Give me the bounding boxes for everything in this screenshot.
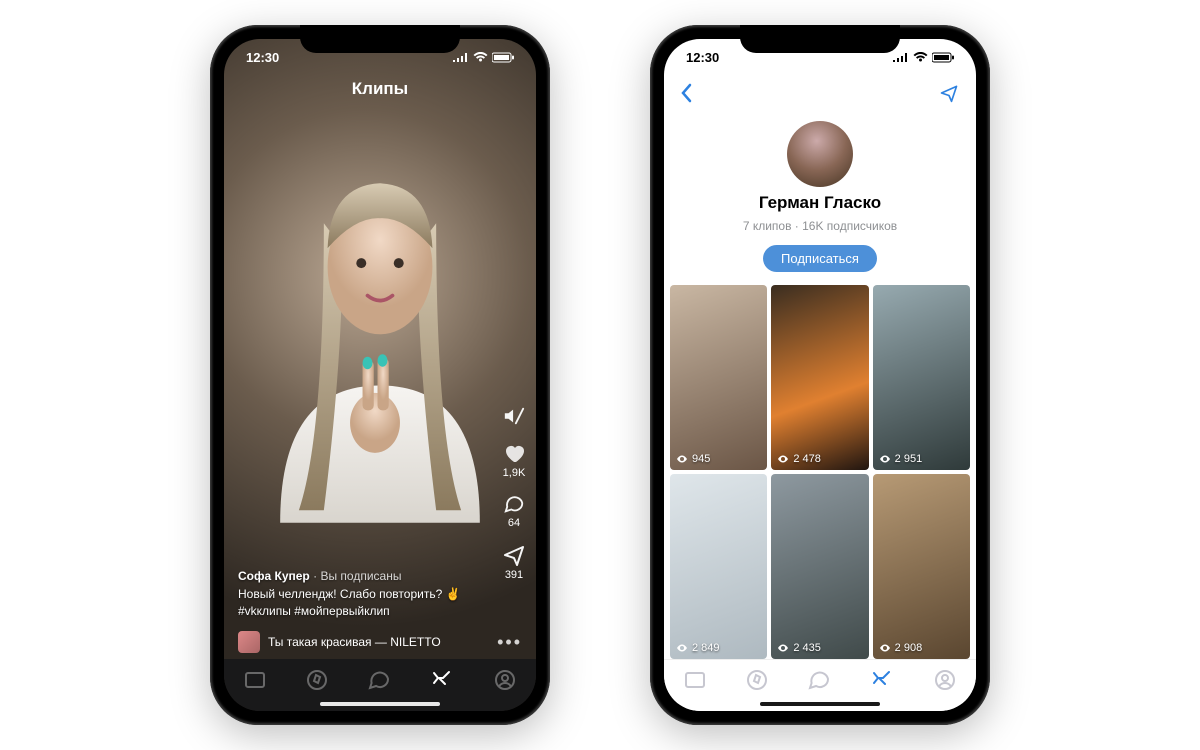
- clip-thumbnail[interactable]: 945: [670, 285, 767, 470]
- view-count: 2 951: [895, 453, 923, 465]
- tab-messages[interactable]: [367, 668, 391, 697]
- tab-news[interactable]: [683, 668, 707, 697]
- caption-area: Софа Купер · Вы подписаны Новый челлендж…: [238, 569, 476, 621]
- view-count: 945: [692, 453, 710, 465]
- view-count: 2 435: [793, 642, 821, 654]
- view-count: 2 849: [692, 642, 720, 654]
- caption-line-1: Новый челлендж! Слабо повторить? ✌️: [238, 587, 476, 601]
- home-indicator[interactable]: [320, 702, 440, 706]
- share-count: 391: [505, 569, 523, 581]
- video-surface[interactable]: 12:30 Клипы 1,9K 64: [224, 39, 536, 711]
- tab-profile[interactable]: [493, 668, 517, 697]
- tab-messages[interactable]: [807, 668, 831, 697]
- subscribed-label: Вы подписаны: [320, 569, 401, 583]
- tab-clips[interactable]: [869, 668, 895, 697]
- tab-news[interactable]: [243, 668, 267, 697]
- action-column: 1,9K 64 391: [502, 405, 526, 581]
- phone-profile: 12:30 Герман Гласко 7 клипов · 16K подпи…: [650, 25, 990, 725]
- view-count: 2 908: [895, 642, 923, 654]
- battery-icon: [932, 52, 954, 63]
- clip-thumbnail[interactable]: 2 849: [670, 474, 767, 659]
- cell-signal-icon: [453, 52, 469, 62]
- phone-notch: [300, 25, 460, 53]
- caption-line-2[interactable]: #vkклипы #мойпервыйклип: [238, 604, 476, 618]
- like-button[interactable]: 1,9K: [502, 441, 526, 479]
- avatar[interactable]: [787, 121, 853, 187]
- tab-discover[interactable]: [305, 668, 329, 697]
- clips-grid: 945 2 478 2 951 2 849 2 435 2 908: [670, 285, 970, 659]
- wifi-icon: [913, 52, 928, 63]
- comment-button[interactable]: 64: [503, 493, 525, 529]
- mute-button[interactable]: [503, 405, 525, 427]
- video-content: [255, 148, 505, 547]
- profile-name: Герман Гласко: [759, 193, 881, 213]
- share-button[interactable]: 391: [502, 543, 526, 581]
- view-count: 2 478: [793, 453, 821, 465]
- clock: 12:30: [246, 50, 279, 65]
- feed-title: Клипы: [224, 79, 536, 99]
- phone-feed: 12:30 Клипы 1,9K 64: [210, 25, 550, 725]
- tab-discover[interactable]: [745, 668, 769, 697]
- clock: 12:30: [686, 50, 719, 65]
- comment-count: 64: [508, 517, 520, 529]
- track-title[interactable]: Ты такая красивая — NILETTO: [268, 635, 441, 649]
- clip-thumbnail[interactable]: 2 951: [873, 285, 970, 470]
- author-name[interactable]: Софа Купер: [238, 569, 310, 583]
- cell-signal-icon: [893, 52, 909, 62]
- tab-profile[interactable]: [933, 668, 957, 697]
- share-profile-button[interactable]: [938, 83, 960, 108]
- home-indicator[interactable]: [760, 702, 880, 706]
- wifi-icon: [473, 52, 488, 63]
- profile-stats: 7 клипов · 16K подписчиков: [743, 219, 897, 233]
- like-count: 1,9K: [503, 467, 526, 479]
- phone-notch: [740, 25, 900, 53]
- more-button[interactable]: •••: [497, 632, 522, 653]
- clip-thumbnail[interactable]: 2 478: [771, 285, 868, 470]
- tab-clips[interactable]: [429, 668, 455, 697]
- back-button[interactable]: [680, 83, 694, 108]
- clip-thumbnail[interactable]: 2 908: [873, 474, 970, 659]
- clip-thumbnail[interactable]: 2 435: [771, 474, 868, 659]
- subscribe-button[interactable]: Подписаться: [763, 245, 877, 272]
- battery-icon: [492, 52, 514, 63]
- track-thumbnail[interactable]: [238, 631, 260, 653]
